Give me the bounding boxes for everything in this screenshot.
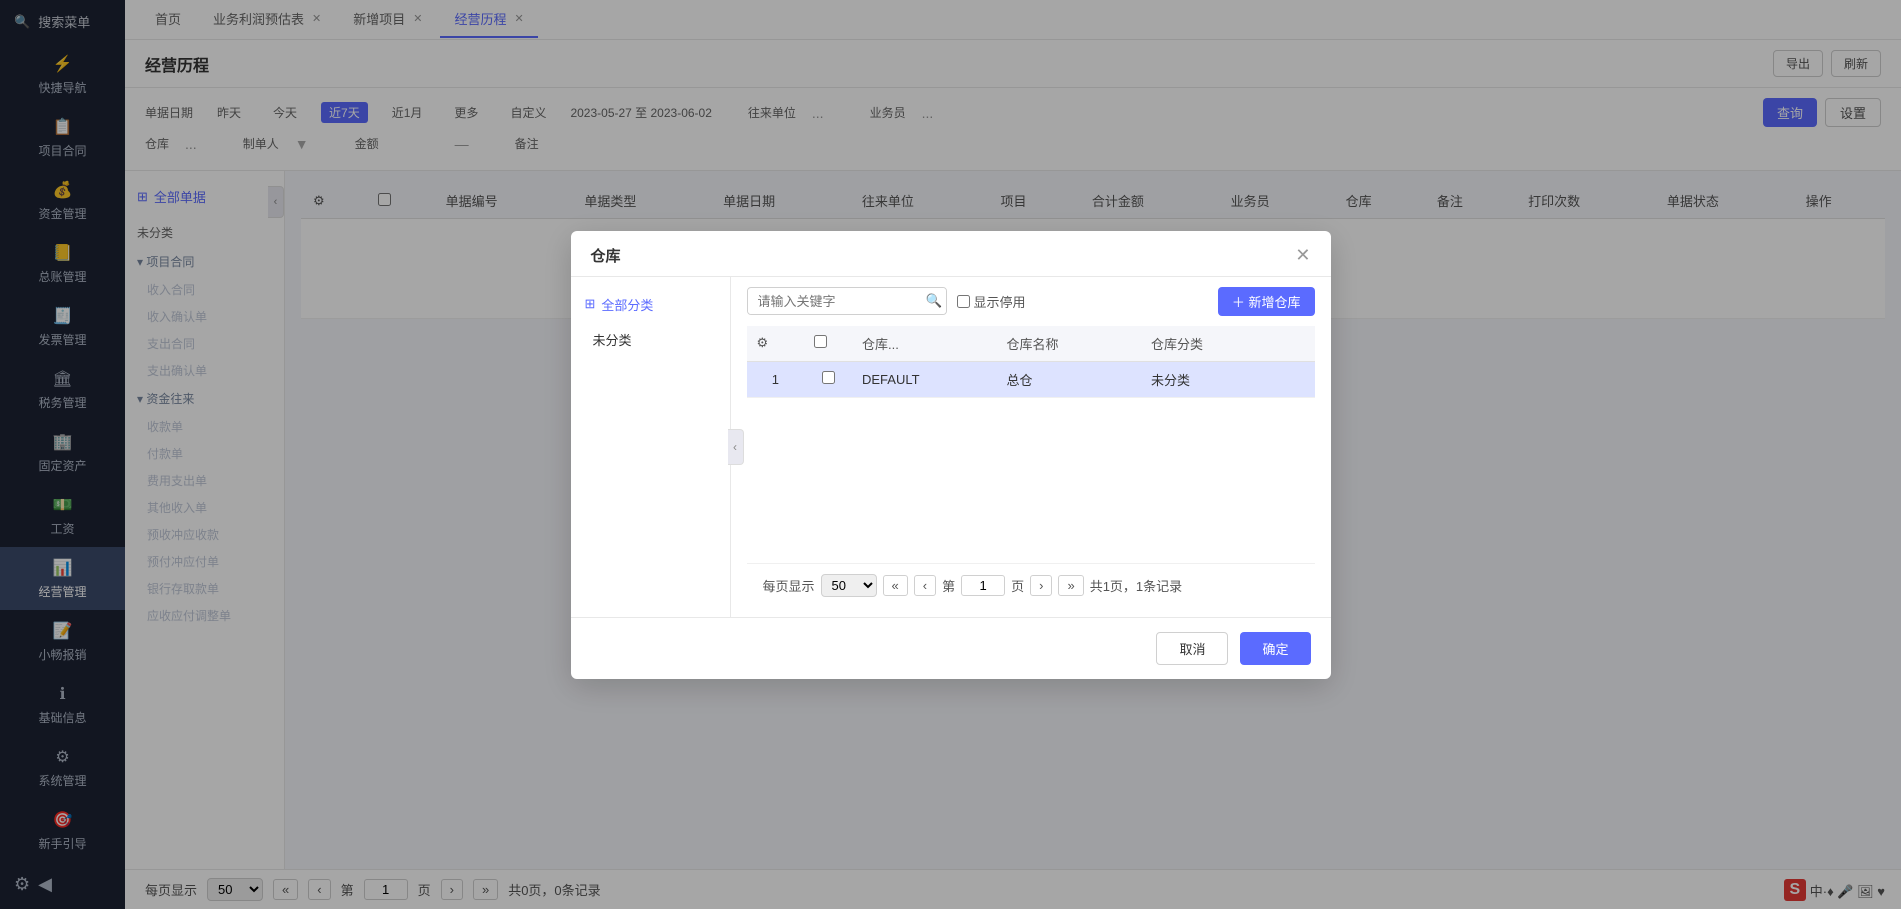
dialog-right-panel: 🔍 显示停用 ＋ 新增仓库 ⚙ [731, 277, 1331, 617]
dialog-prev-btn[interactable]: ‹ [914, 575, 936, 596]
row-code: DEFAULT [852, 361, 997, 397]
dialog-toolbar: 🔍 显示停用 ＋ 新增仓库 [747, 287, 1315, 316]
dialog-table-row[interactable]: 1 DEFAULT 总仓 未分类 [747, 361, 1315, 397]
dialog-close-button[interactable]: ✕ [1295, 245, 1310, 266]
dialog-select-all[interactable] [814, 335, 827, 348]
dialog-title: 仓库 [591, 245, 621, 266]
row-name: 总仓 [997, 361, 1142, 397]
warehouse-dialog: 仓库 ✕ ⊞ 全部分类 未分类 ‹ [571, 231, 1331, 679]
dialog-left-panel: ⊞ 全部分类 未分类 ‹ [571, 277, 731, 617]
dialog-search-box: 🔍 [747, 287, 947, 315]
cancel-button[interactable]: 取消 [1156, 632, 1228, 665]
dialog-footer: 取消 确定 [571, 617, 1331, 679]
dialog-last-btn[interactable]: » [1058, 575, 1083, 596]
left-panel-collapse-btn[interactable]: ‹ [728, 429, 744, 465]
confirm-button[interactable]: 确定 [1240, 632, 1310, 665]
dialog-col-settings[interactable]: ⚙ [747, 326, 805, 362]
dialog-search-input[interactable] [748, 289, 918, 314]
dialog-total-info: 共1页，1条记录 [1090, 576, 1182, 595]
dialog-search-button[interactable]: 🔍 [918, 288, 947, 314]
dialog-first-btn[interactable]: « [883, 575, 908, 596]
dialog-page-label: 页 [1011, 576, 1024, 595]
dialog-col-name: 仓库名称 [997, 326, 1142, 362]
dialog-table-wrapper: ⚙ 仓库... 仓库名称 仓库分类 [747, 326, 1315, 563]
dialog-table: ⚙ 仓库... 仓库名称 仓库分类 [747, 326, 1315, 398]
dialog-col-code: 仓库... [852, 326, 997, 362]
show-disabled-checkbox[interactable] [957, 295, 970, 308]
uncategorized-btn[interactable]: 未分类 [571, 322, 730, 357]
grid-icon-dialog: ⊞ [585, 296, 596, 312]
modal-overlay: 仓库 ✕ ⊞ 全部分类 未分类 ‹ [0, 0, 1901, 909]
dialog-body: ⊞ 全部分类 未分类 ‹ 🔍 [571, 277, 1331, 617]
dialog-page-word: 第 [942, 576, 955, 595]
dialog-pagination: 每页显示 50 100 « ‹ 第 页 › » 共1页，1条记录 [747, 563, 1315, 607]
dialog-page-size-label: 每页显示 [763, 576, 815, 595]
dialog-page-size-select[interactable]: 50 100 [821, 574, 877, 597]
show-disabled-label[interactable]: 显示停用 [957, 292, 1026, 311]
add-warehouse-button[interactable]: ＋ 新增仓库 [1218, 287, 1315, 316]
dialog-col-category: 仓库分类 [1141, 326, 1314, 362]
row-checkbox[interactable] [822, 371, 835, 384]
dialog-header: 仓库 ✕ [571, 231, 1331, 277]
row-no: 1 [747, 361, 805, 397]
row-check[interactable] [804, 361, 852, 397]
dialog-next-btn[interactable]: › [1030, 575, 1052, 596]
dialog-page-input[interactable] [961, 575, 1005, 596]
dialog-col-check[interactable] [804, 326, 852, 362]
row-category: 未分类 [1141, 361, 1314, 397]
all-category-btn[interactable]: ⊞ 全部分类 [571, 287, 730, 322]
